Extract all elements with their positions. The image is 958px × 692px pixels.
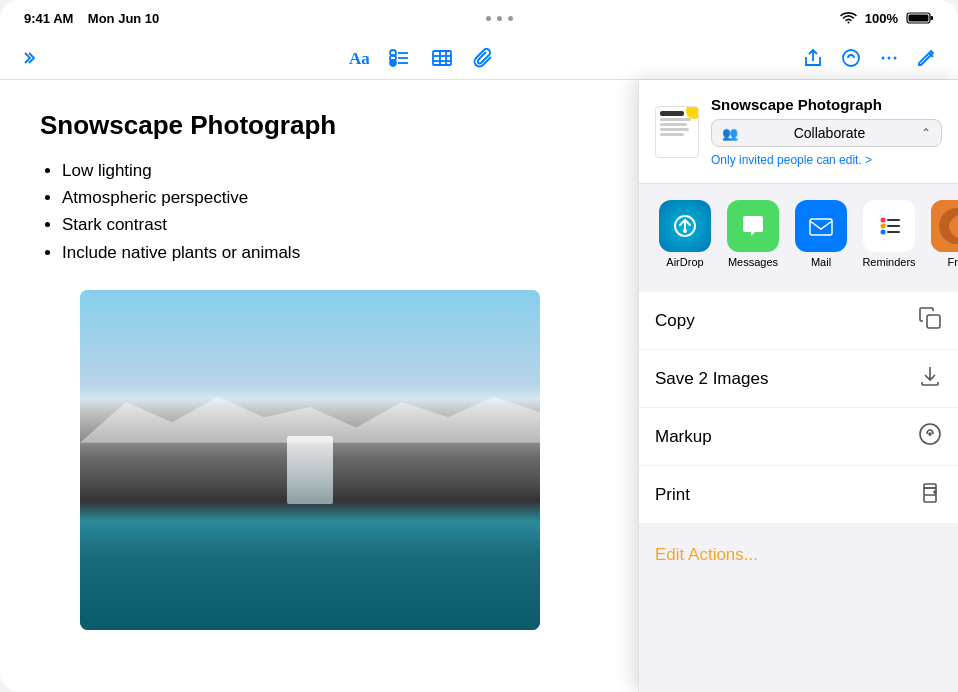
share-app-reminders[interactable]: Reminders: [859, 200, 919, 268]
table-icon[interactable]: [431, 48, 453, 68]
status-bar: 9:41 AM Mon Jun 10 100%: [0, 0, 958, 36]
thumbnail-yellow-dot: [686, 106, 699, 119]
share-app-airdrop[interactable]: AirDrop: [655, 200, 715, 268]
print-action[interactable]: Print: [639, 466, 958, 523]
thumbnail-line-3: [660, 123, 687, 126]
svg-rect-1: [931, 16, 934, 20]
collaborate-people-icon: 👥: [722, 126, 738, 141]
messages-icon: [727, 200, 779, 252]
thumbnail-line-2: [660, 118, 691, 121]
reminders-label: Reminders: [862, 256, 915, 268]
svg-rect-33: [924, 495, 936, 502]
status-right: 100%: [840, 11, 934, 26]
battery-icon: [906, 11, 934, 25]
landscape-scene: [80, 290, 540, 630]
share-button[interactable]: [802, 48, 824, 68]
svg-point-32: [929, 433, 931, 435]
compose-icon[interactable]: [916, 48, 938, 68]
save-icon: [918, 364, 942, 393]
toolbar: Aa: [0, 36, 958, 80]
airdrop-label: AirDrop: [666, 256, 703, 268]
note-image: [80, 290, 540, 630]
ipad-frame: 9:41 AM Mon Jun 10 100%: [0, 0, 958, 692]
edit-actions-button[interactable]: Edit Actions...: [655, 545, 758, 564]
share-apps-row: AirDrop Messages: [639, 184, 958, 284]
svg-point-18: [894, 56, 897, 59]
svg-rect-30: [927, 315, 940, 328]
toolbar-center: Aa: [347, 48, 495, 68]
mail-icon: [795, 200, 847, 252]
collaborate-chevron-icon: ⌃: [921, 126, 931, 140]
markup-label: Markup: [655, 427, 712, 447]
reminders-icon: [863, 200, 915, 252]
toolbar-right: [802, 48, 938, 68]
share-actions: Copy Save 2 Images: [639, 292, 958, 523]
main-content: Snowscape Photograph Low lighting Atmosp…: [0, 80, 958, 692]
svg-point-20: [683, 229, 687, 233]
collaborate-label: Collaborate: [744, 125, 915, 141]
format-text-icon[interactable]: Aa: [347, 48, 369, 68]
status-time: 9:41 AM Mon Jun 10: [24, 11, 159, 26]
invited-link[interactable]: >: [865, 153, 872, 167]
share-panel: Snowscape Photograph 👥 Collaborate ⌃ Onl…: [638, 80, 958, 692]
battery-display: 100%: [865, 11, 898, 26]
thumbnail-line-1: [660, 111, 684, 116]
time-display: 9:41 AM: [24, 11, 73, 26]
mail-label: Mail: [811, 256, 831, 268]
collaborate-button[interactable]: 👥 Collaborate ⌃: [711, 119, 942, 147]
markup-icon: [918, 422, 942, 451]
svg-point-23: [881, 224, 886, 229]
svg-point-34: [934, 491, 936, 493]
markup-action[interactable]: Markup: [639, 408, 958, 466]
share-note-title: Snowscape Photograph: [711, 96, 942, 113]
svg-rect-21: [810, 219, 832, 235]
collapse-icon[interactable]: [20, 48, 40, 68]
thumbnail-line-4: [660, 128, 689, 131]
print-icon: [918, 480, 942, 509]
save-images-action[interactable]: Save 2 Images: [639, 350, 958, 408]
wifi-icon: [840, 12, 857, 25]
share-header-info: Snowscape Photograph 👥 Collaborate ⌃ Onl…: [711, 96, 942, 167]
share-header: Snowscape Photograph 👥 Collaborate ⌃ Onl…: [639, 80, 958, 184]
toolbar-left: [20, 48, 40, 68]
messages-label: Messages: [728, 256, 778, 268]
airdrop-icon: [659, 200, 711, 252]
copy-label: Copy: [655, 311, 695, 331]
markup-toolbar-icon[interactable]: [840, 48, 862, 68]
svg-text:Aa: Aa: [349, 49, 369, 68]
more-toolbar-icon[interactable]: [878, 48, 900, 68]
share-only-text: Only invited people can edit. >: [711, 153, 942, 167]
edit-actions-section: Edit Actions...: [639, 531, 958, 579]
svg-point-17: [888, 56, 891, 59]
svg-point-22: [881, 218, 886, 223]
date-display: Mon Jun 10: [88, 11, 160, 26]
more-app-icon: [931, 200, 958, 252]
save-images-label: Save 2 Images: [655, 369, 768, 389]
share-app-messages[interactable]: Messages: [723, 200, 783, 268]
svg-point-6: [390, 60, 396, 66]
share-app-mail[interactable]: Mail: [791, 200, 851, 268]
svg-point-16: [882, 56, 885, 59]
svg-point-15: [843, 50, 859, 66]
svg-rect-10: [433, 51, 451, 65]
copy-action[interactable]: Copy: [639, 292, 958, 350]
attach-icon[interactable]: [473, 48, 495, 68]
svg-rect-2: [909, 15, 929, 22]
share-app-more[interactable]: Fr...: [927, 200, 958, 268]
svg-point-24: [881, 230, 886, 235]
print-label: Print: [655, 485, 690, 505]
status-center-dots: [486, 16, 513, 21]
note-thumbnail: [655, 106, 699, 158]
copy-icon: [918, 306, 942, 335]
more-app-label: Fr...: [948, 256, 958, 268]
checklist-icon[interactable]: [389, 48, 411, 68]
thumbnail-line-5: [660, 133, 684, 136]
